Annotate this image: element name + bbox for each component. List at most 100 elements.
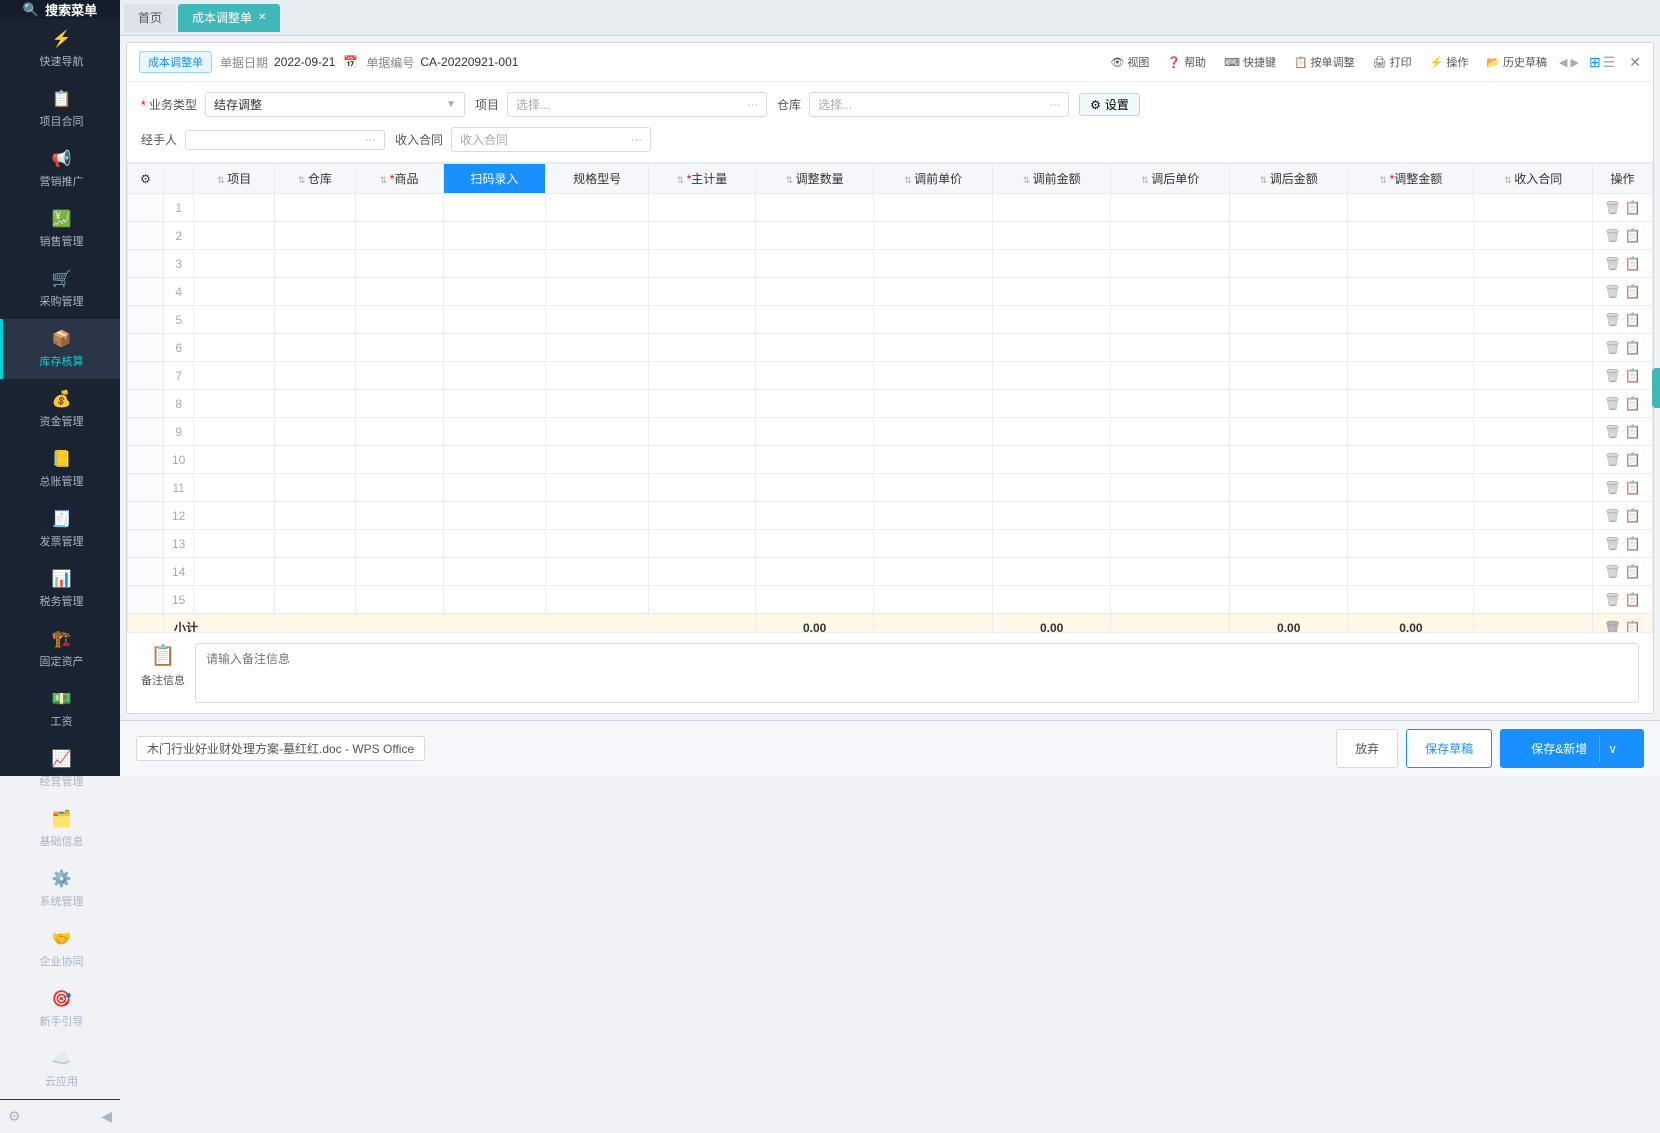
cell-unit-3[interactable] xyxy=(648,250,755,278)
cell-after-amount-9[interactable] xyxy=(1229,418,1348,446)
cell-income-contract-7[interactable] xyxy=(1474,362,1593,390)
cell-qty-14[interactable] xyxy=(755,558,874,586)
cell-qty-3[interactable] xyxy=(755,250,874,278)
cell-adjust-amount-3[interactable] xyxy=(1348,250,1474,278)
delete-icon-1[interactable]: 🗑 xyxy=(1604,200,1621,216)
cell-warehouse-8[interactable] xyxy=(274,390,355,418)
cell-before-amount-4[interactable] xyxy=(992,278,1111,306)
cell-product-9[interactable] xyxy=(355,418,443,446)
cell-project-2[interactable] xyxy=(194,222,275,250)
cell-before-price-3[interactable] xyxy=(874,250,993,278)
cell-before-amount-12[interactable] xyxy=(992,502,1111,530)
cell-before-amount-7[interactable] xyxy=(992,362,1111,390)
cell-unit-11[interactable] xyxy=(648,474,755,502)
sidebar-item-payroll[interactable]: 💵工资 xyxy=(0,679,120,739)
cell-scan-15[interactable] xyxy=(443,586,546,614)
cell-before-amount-2[interactable] xyxy=(992,222,1111,250)
cell-after-amount-12[interactable] xyxy=(1229,502,1348,530)
delete-icon-6[interactable]: 🗑 xyxy=(1604,340,1621,356)
sidebar-item-sales-mgmt[interactable]: 💹销售管理 xyxy=(0,199,120,259)
cell-unit-4[interactable] xyxy=(648,278,755,306)
cell-before-price-11[interactable] xyxy=(874,474,993,502)
cell-adjust-amount-10[interactable] xyxy=(1348,446,1474,474)
cell-unit-2[interactable] xyxy=(648,222,755,250)
cell-before-amount-1[interactable] xyxy=(992,194,1111,222)
cell-after-amount-2[interactable] xyxy=(1229,222,1348,250)
operation-btn[interactable]: ⚡ 操作 xyxy=(1424,52,1475,72)
save-new-btn[interactable]: 保存&新增 ∨ xyxy=(1500,729,1644,768)
cell-product-13[interactable] xyxy=(355,530,443,558)
cell-qty-2[interactable] xyxy=(755,222,874,250)
cell-after-price-7[interactable] xyxy=(1111,362,1230,390)
cell-product-11[interactable] xyxy=(355,474,443,502)
cell-qty-5[interactable] xyxy=(755,306,874,334)
cell-spec-6[interactable] xyxy=(546,334,649,362)
cell-after-price-8[interactable] xyxy=(1111,390,1230,418)
cell-after-amount-4[interactable] xyxy=(1229,278,1348,306)
cell-before-amount-5[interactable] xyxy=(992,306,1111,334)
cell-before-price-5[interactable] xyxy=(874,306,993,334)
copy-icon-8[interactable]: 📋 xyxy=(1625,396,1641,412)
cell-warehouse-10[interactable] xyxy=(274,446,355,474)
cell-qty-4[interactable] xyxy=(755,278,874,306)
copy-icon-2[interactable]: 📋 xyxy=(1625,228,1641,244)
cell-warehouse-6[interactable] xyxy=(274,334,355,362)
cell-unit-15[interactable] xyxy=(648,586,755,614)
print-btn[interactable]: 🖨 打印 xyxy=(1367,52,1418,72)
copy-icon-6[interactable]: 📋 xyxy=(1625,340,1641,356)
copy-icon-13[interactable]: 📋 xyxy=(1625,536,1641,552)
warehouse-dots[interactable]: ··· xyxy=(1049,99,1060,111)
cell-adjust-amount-2[interactable] xyxy=(1348,222,1474,250)
cell-after-price-6[interactable] xyxy=(1111,334,1230,362)
cell-warehouse-1[interactable] xyxy=(274,194,355,222)
copy-icon-7[interactable]: 📋 xyxy=(1625,368,1641,384)
cell-before-amount-11[interactable] xyxy=(992,474,1111,502)
delete-icon-5[interactable]: 🗑 xyxy=(1604,312,1621,328)
cell-spec-15[interactable] xyxy=(546,586,649,614)
cell-product-12[interactable] xyxy=(355,502,443,530)
sidebar-item-sales-promotion[interactable]: 📢营销推广 xyxy=(0,139,120,199)
cell-income-contract-15[interactable] xyxy=(1474,586,1593,614)
cell-unit-6[interactable] xyxy=(648,334,755,362)
cell-after-price-1[interactable] xyxy=(1111,194,1230,222)
col-scan[interactable]: 扫码录入 xyxy=(443,164,546,194)
cell-after-amount-13[interactable] xyxy=(1229,530,1348,558)
cell-income-contract-10[interactable] xyxy=(1474,446,1593,474)
copy-icon-3[interactable]: 📋 xyxy=(1625,256,1641,272)
delete-icon-15[interactable]: 🗑 xyxy=(1604,592,1621,608)
cell-before-price-15[interactable] xyxy=(874,586,993,614)
sidebar-item-inventory-calc[interactable]: 📦库存核算 xyxy=(0,319,120,379)
cell-after-price-3[interactable] xyxy=(1111,250,1230,278)
delete-icon-12[interactable]: 🗑 xyxy=(1604,508,1621,524)
cell-income-contract-8[interactable] xyxy=(1474,390,1593,418)
delete-icon-7[interactable]: 🗑 xyxy=(1604,368,1621,384)
cell-warehouse-13[interactable] xyxy=(274,530,355,558)
collapse-icon[interactable]: ◀ xyxy=(101,1108,112,1125)
cell-qty-1[interactable] xyxy=(755,194,874,222)
cell-before-price-6[interactable] xyxy=(874,334,993,362)
cell-product-5[interactable] xyxy=(355,306,443,334)
cell-before-price-13[interactable] xyxy=(874,530,993,558)
cell-project-3[interactable] xyxy=(194,250,275,278)
cell-before-price-1[interactable] xyxy=(874,194,993,222)
copy-icon-12[interactable]: 📋 xyxy=(1625,508,1641,524)
cell-spec-5[interactable] xyxy=(546,306,649,334)
right-edge-indicator[interactable] xyxy=(1652,368,1660,408)
cell-project-7[interactable] xyxy=(194,362,275,390)
handler-dots[interactable]: ··· xyxy=(365,134,376,146)
cell-project-8[interactable] xyxy=(194,390,275,418)
cell-scan-5[interactable] xyxy=(443,306,546,334)
cell-scan-2[interactable] xyxy=(443,222,546,250)
cell-qty-8[interactable] xyxy=(755,390,874,418)
cell-after-price-14[interactable] xyxy=(1111,558,1230,586)
cell-adjust-amount-5[interactable] xyxy=(1348,306,1474,334)
cell-after-amount-3[interactable] xyxy=(1229,250,1348,278)
notes-input[interactable] xyxy=(195,643,1639,703)
cell-project-15[interactable] xyxy=(194,586,275,614)
cell-spec-10[interactable] xyxy=(546,446,649,474)
sidebar-item-tax-mgmt[interactable]: 📊税务管理 xyxy=(0,559,120,619)
cell-qty-9[interactable] xyxy=(755,418,874,446)
delete-icon-4[interactable]: 🗑 xyxy=(1604,284,1621,300)
sidebar-item-cloud-apps[interactable]: ☁️云应用 xyxy=(0,1039,120,1099)
cell-adjust-amount-12[interactable] xyxy=(1348,502,1474,530)
